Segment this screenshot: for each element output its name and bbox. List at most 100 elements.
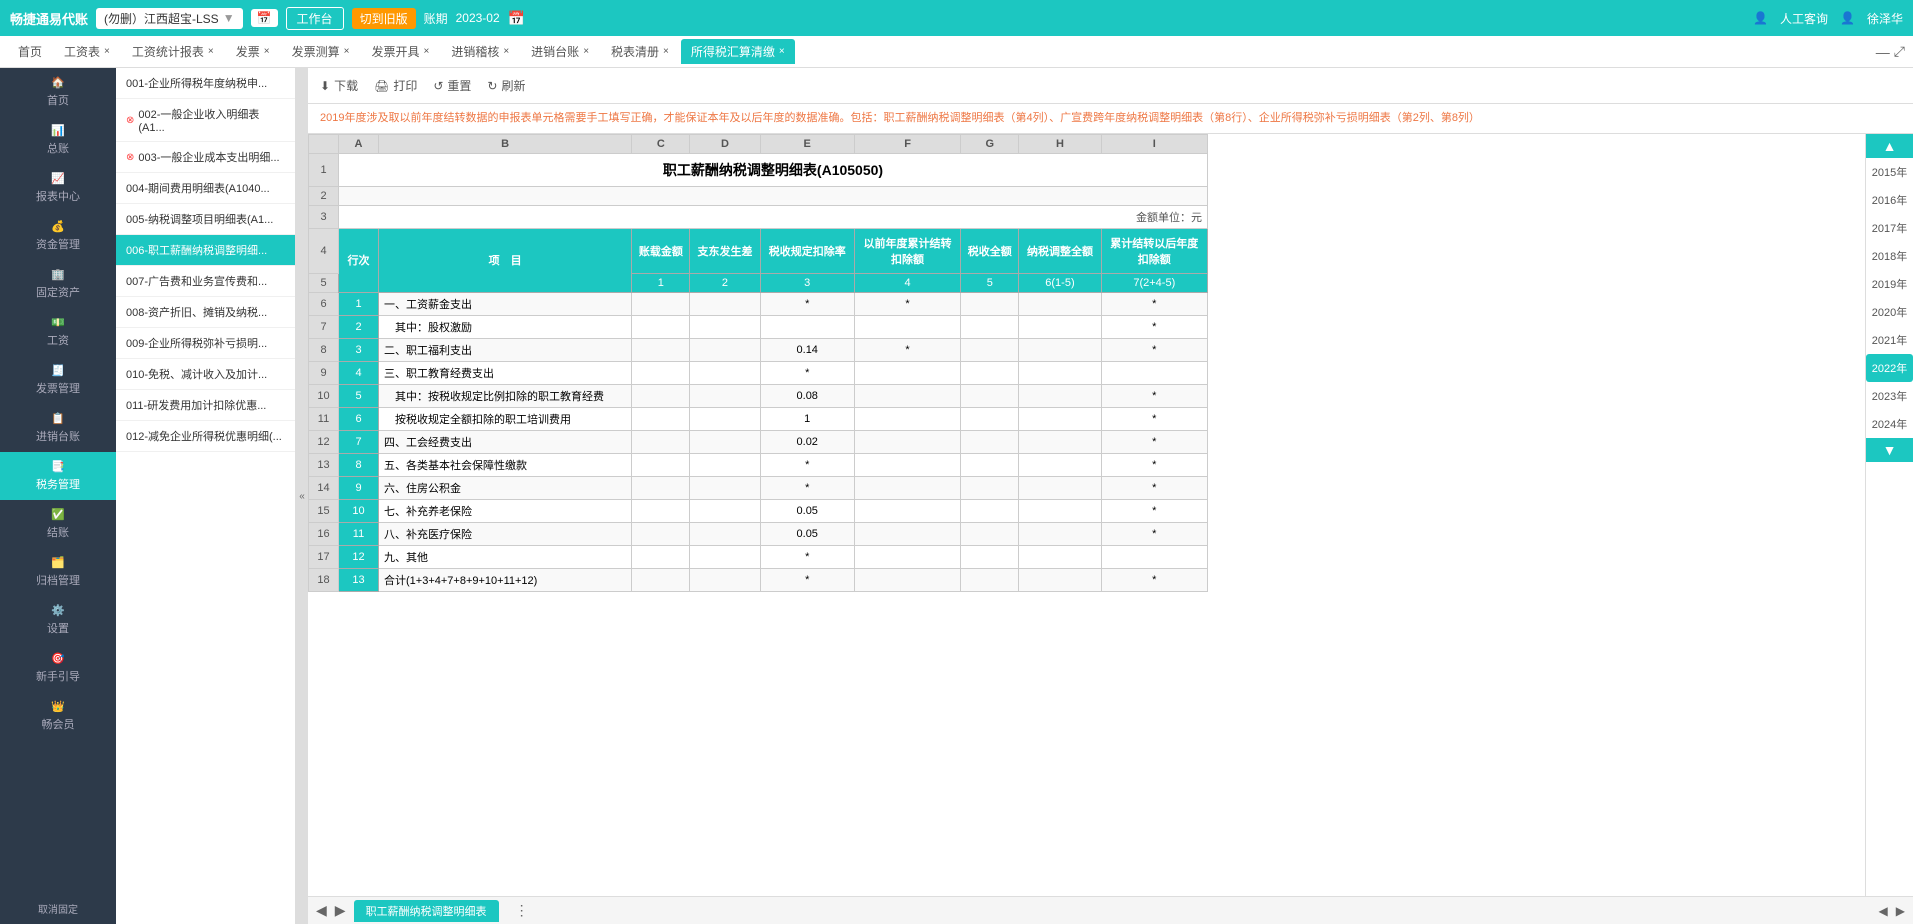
- col-h[interactable]: [1019, 315, 1101, 338]
- col-g[interactable]: [961, 476, 1019, 499]
- col-h[interactable]: [1019, 430, 1101, 453]
- col-c[interactable]: [632, 315, 690, 338]
- col-g[interactable]: [961, 315, 1019, 338]
- row-label[interactable]: 四、工会经费支出: [379, 430, 632, 453]
- col-f[interactable]: [854, 384, 960, 407]
- col-f[interactable]: [854, 430, 960, 453]
- sidebar-item-guide[interactable]: 🎯 新手引导: [0, 644, 116, 692]
- col-e[interactable]: [760, 315, 854, 338]
- col-e[interactable]: 0.02: [760, 430, 854, 453]
- col-c[interactable]: [632, 361, 690, 384]
- sidebar-item-settings[interactable]: ⚙️ 设置: [0, 596, 116, 644]
- col-g[interactable]: [961, 292, 1019, 315]
- year-item-2023[interactable]: 2023年: [1866, 382, 1913, 410]
- col-c[interactable]: [632, 522, 690, 545]
- sidebar-item-archive[interactable]: 🗂️ 归档管理: [0, 548, 116, 596]
- col-i[interactable]: *: [1101, 292, 1207, 315]
- col-f[interactable]: [854, 568, 960, 591]
- col-e[interactable]: *: [760, 361, 854, 384]
- table-wrapper[interactable]: A B C D E F G H I: [308, 134, 1865, 897]
- subnav-item-001[interactable]: 001-企业所得税年度纳税申...: [116, 68, 295, 99]
- close-icon[interactable]: ×: [583, 46, 589, 57]
- col-f[interactable]: [854, 361, 960, 384]
- col-h[interactable]: [1019, 361, 1101, 384]
- col-d[interactable]: [690, 430, 760, 453]
- tab-maximize-button[interactable]: ⤢: [1894, 43, 1905, 60]
- col-h[interactable]: [1019, 338, 1101, 361]
- tab-salary[interactable]: 工资表 ×: [54, 39, 120, 64]
- subnav-item-010[interactable]: 010-免税、减计收入及加计...: [116, 359, 295, 390]
- col-f[interactable]: *: [854, 292, 960, 315]
- nav-prev-icon[interactable]: ◀: [316, 902, 327, 919]
- row-label[interactable]: 一、工资薪金支出: [379, 292, 632, 315]
- sidebar-item-purchase[interactable]: 📋 进销台账: [0, 404, 116, 452]
- col-i[interactable]: *: [1101, 338, 1207, 361]
- tab-home[interactable]: 首页: [8, 39, 52, 64]
- company-selector[interactable]: (勿删）江西超宝-LSS ▼: [96, 8, 243, 29]
- subnav-item-007[interactable]: 007-广告费和业务宣传费和...: [116, 266, 295, 297]
- refresh-button[interactable]: ↻ 刷新: [487, 77, 525, 94]
- row-label[interactable]: 七、补充养老保险: [379, 499, 632, 522]
- col-h[interactable]: [1019, 522, 1101, 545]
- col-i[interactable]: [1101, 361, 1207, 384]
- col-g[interactable]: [961, 407, 1019, 430]
- calendar-icon-btn[interactable]: 📅: [251, 9, 278, 27]
- year-item-2015[interactable]: 2015年: [1866, 158, 1913, 186]
- col-h[interactable]: [1019, 292, 1101, 315]
- col-c[interactable]: [632, 338, 690, 361]
- subnav-item-005[interactable]: 005-纳税调整项目明细表(A1...: [116, 204, 295, 235]
- col-g[interactable]: [961, 522, 1019, 545]
- close-icon[interactable]: ×: [423, 46, 429, 57]
- col-i[interactable]: *: [1101, 430, 1207, 453]
- cut-old-button[interactable]: 切到旧版: [352, 8, 416, 29]
- col-h[interactable]: [1019, 499, 1101, 522]
- col-c[interactable]: [632, 499, 690, 522]
- sidebar-item-close-account[interactable]: ✅ 结账: [0, 500, 116, 548]
- close-icon[interactable]: ×: [344, 46, 350, 57]
- row-label[interactable]: 三、职工教育经费支出: [379, 361, 632, 384]
- tab-tax-clear[interactable]: 税表清册 ×: [601, 39, 679, 64]
- tab-invoice[interactable]: 发票 ×: [226, 39, 280, 64]
- tab-purchase-check[interactable]: 进销稽核 ×: [441, 39, 519, 64]
- col-g[interactable]: [961, 545, 1019, 568]
- bottom-more-icon[interactable]: ⋮: [515, 902, 529, 919]
- col-h[interactable]: [1019, 407, 1101, 430]
- col-d[interactable]: [690, 476, 760, 499]
- col-i[interactable]: *: [1101, 568, 1207, 591]
- tab-minimize-button[interactable]: —: [1876, 43, 1890, 60]
- col-e[interactable]: 0.14: [760, 338, 854, 361]
- col-f[interactable]: [854, 453, 960, 476]
- col-e[interactable]: *: [760, 545, 854, 568]
- col-g[interactable]: [961, 453, 1019, 476]
- close-icon[interactable]: ×: [663, 46, 669, 57]
- col-c[interactable]: [632, 545, 690, 568]
- row-label[interactable]: 八、补充医疗保险: [379, 522, 632, 545]
- year-item-2021[interactable]: 2021年: [1866, 326, 1913, 354]
- col-h[interactable]: [1019, 384, 1101, 407]
- close-icon[interactable]: ×: [503, 46, 509, 57]
- col-i[interactable]: *: [1101, 476, 1207, 499]
- sidebar-item-ledger[interactable]: 📊 总账: [0, 116, 116, 164]
- col-e[interactable]: 1: [760, 407, 854, 430]
- year-item-2019[interactable]: 2019年: [1866, 270, 1913, 298]
- sidebar-item-fund[interactable]: 💰 资金管理: [0, 212, 116, 260]
- year-item-2024[interactable]: 2024年: [1866, 410, 1913, 438]
- year-scroll-up[interactable]: ▲: [1866, 134, 1913, 158]
- col-e[interactable]: *: [760, 476, 854, 499]
- workbench-button[interactable]: 工作台: [286, 7, 344, 30]
- sidebar-item-tax[interactable]: 📑 税务管理: [0, 452, 116, 500]
- col-g[interactable]: [961, 338, 1019, 361]
- col-f[interactable]: *: [854, 338, 960, 361]
- col-d[interactable]: [690, 407, 760, 430]
- bottom-scroll-right[interactable]: ▶: [1896, 904, 1905, 918]
- col-f[interactable]: [854, 522, 960, 545]
- col-d[interactable]: [690, 499, 760, 522]
- nav-next-icon[interactable]: ▶: [335, 902, 346, 919]
- close-icon[interactable]: ×: [104, 46, 110, 57]
- bottom-sheet-tab[interactable]: 职工薪酬纳税调整明细表: [354, 900, 499, 922]
- col-c[interactable]: [632, 476, 690, 499]
- col-h[interactable]: [1019, 453, 1101, 476]
- row-label[interactable]: 合计(1+3+4+7+8+9+10+11+12): [379, 568, 632, 591]
- col-f[interactable]: [854, 545, 960, 568]
- col-d[interactable]: [690, 361, 760, 384]
